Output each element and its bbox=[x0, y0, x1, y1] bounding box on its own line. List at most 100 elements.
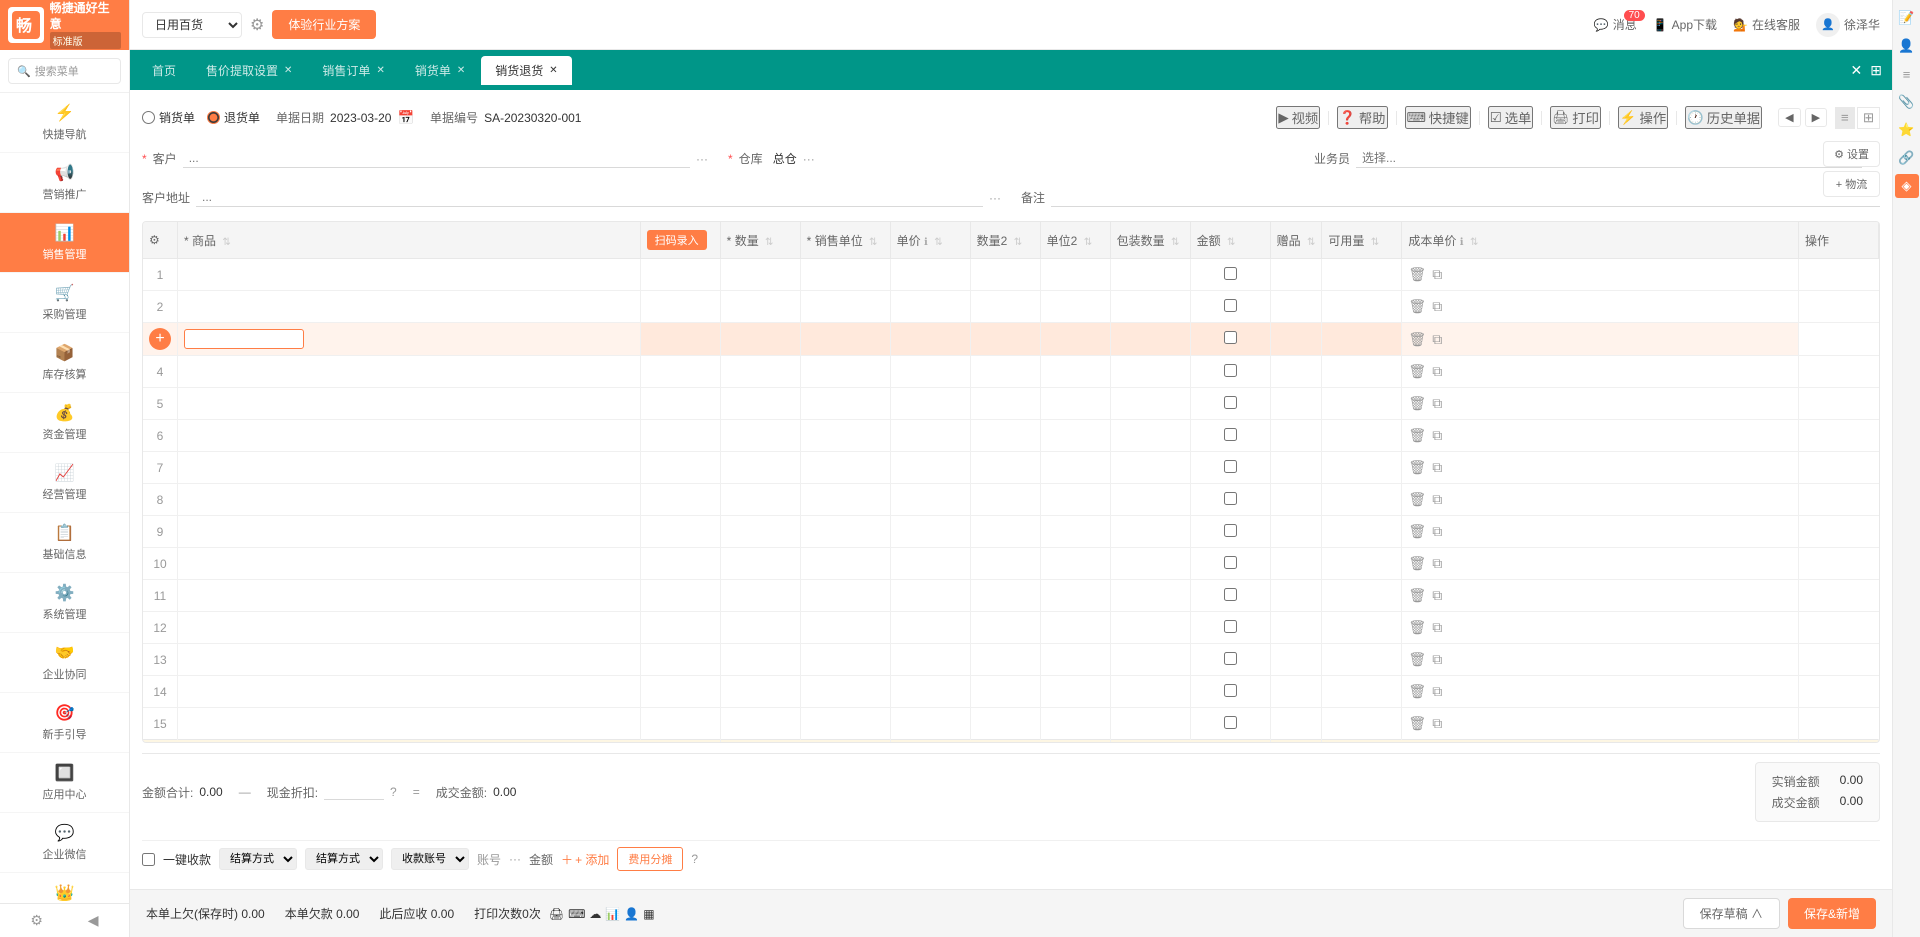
gift-checkbox[interactable] bbox=[1224, 684, 1237, 697]
table-settings-icon[interactable]: ⚙ bbox=[149, 233, 160, 247]
copy-row-button[interactable]: ⧉ bbox=[1432, 298, 1442, 315]
delete-row-button[interactable]: 🗑 bbox=[1408, 523, 1426, 540]
tab-sales-close[interactable]: ✕ bbox=[457, 65, 465, 76]
address-input[interactable] bbox=[196, 188, 983, 207]
list-view-button[interactable]: ≡ bbox=[1835, 107, 1855, 129]
history-button[interactable]: 🕐 历史单据 bbox=[1685, 106, 1762, 129]
sidebar-item-operations[interactable]: 📈 经营管理 bbox=[0, 453, 129, 513]
tab-sales-return[interactable]: 销货退货 ✕ bbox=[481, 56, 571, 85]
copy-row-button[interactable]: ⧉ bbox=[1432, 523, 1442, 540]
gift-checkbox[interactable] bbox=[1224, 267, 1237, 280]
delete-row-button[interactable]: 🗑 bbox=[1408, 619, 1426, 636]
app-download-button[interactable]: 📱 App下载 bbox=[1653, 16, 1717, 33]
sidebar-item-system[interactable]: ⚙️ 系统管理 bbox=[0, 573, 129, 633]
help-button[interactable]: ❓ 帮助 bbox=[1337, 106, 1387, 129]
topbar-settings-button[interactable]: ⚙ bbox=[250, 15, 264, 35]
copy-row-button[interactable]: ⧉ bbox=[1432, 651, 1442, 668]
prev-button[interactable]: ◀ bbox=[1778, 108, 1800, 127]
gift-checkbox[interactable] bbox=[1224, 299, 1237, 312]
radio-return[interactable]: 退货单 bbox=[207, 109, 260, 126]
delete-row-button[interactable]: 🗑 bbox=[1408, 427, 1426, 444]
sidebar-item-inventory[interactable]: 📦 库存核算 bbox=[0, 333, 129, 393]
delete-row-button[interactable]: 🗑 bbox=[1408, 715, 1426, 732]
copy-row-button[interactable]: ⧉ bbox=[1432, 427, 1442, 444]
delete-row-button[interactable]: 🗑 bbox=[1408, 459, 1426, 476]
copy-row-button[interactable]: ⧉ bbox=[1432, 266, 1442, 283]
tab-price-setting-close[interactable]: ✕ bbox=[284, 65, 292, 76]
calc-method-select[interactable]: 结算方式 bbox=[305, 848, 383, 870]
warehouse-dots-button[interactable]: ··· bbox=[803, 152, 815, 166]
gift-checkbox[interactable] bbox=[1224, 716, 1237, 729]
gift-checkbox[interactable] bbox=[1224, 396, 1237, 409]
copy-row-button[interactable]: ⧉ bbox=[1432, 619, 1442, 636]
tab-home[interactable]: 首页 bbox=[138, 56, 190, 85]
copy-row-button[interactable]: ⧉ bbox=[1432, 491, 1442, 508]
delete-row-button[interactable]: 🗑 bbox=[1408, 651, 1426, 668]
right-star-button[interactable]: ⭐ bbox=[1895, 118, 1919, 142]
discount-input[interactable] bbox=[324, 785, 384, 800]
copy-row-button[interactable]: ⧉ bbox=[1432, 331, 1442, 348]
sidebar-item-guide[interactable]: 🎯 新手引导 bbox=[0, 693, 129, 753]
delete-row-button[interactable]: 🗑 bbox=[1408, 266, 1426, 283]
address-dots-button[interactable]: ··· bbox=[989, 191, 1001, 205]
date-picker-button[interactable]: 📅 bbox=[397, 110, 414, 126]
shortcut-button[interactable]: ⌨ 快捷键 bbox=[1405, 106, 1471, 129]
print-button[interactable]: 🖨 打印 bbox=[1550, 106, 1601, 129]
staff-input[interactable] bbox=[1356, 149, 1862, 168]
next-button[interactable]: ▶ bbox=[1805, 108, 1827, 127]
gift-checkbox[interactable] bbox=[1224, 620, 1237, 633]
customer-dots-button[interactable]: ··· bbox=[696, 152, 708, 166]
sidebar-item-purchase[interactable]: 🛒 采购管理 bbox=[0, 273, 129, 333]
delete-row-button[interactable]: 🗑 bbox=[1408, 298, 1426, 315]
sidebar-item-apps[interactable]: 🔲 应用中心 bbox=[0, 753, 129, 813]
customer-input[interactable] bbox=[183, 149, 690, 168]
radio-sales[interactable]: 销货单 bbox=[142, 109, 195, 126]
scan-button[interactable]: 扫码录入 bbox=[647, 230, 707, 250]
gift-checkbox[interactable] bbox=[1224, 428, 1237, 441]
gift-checkbox[interactable] bbox=[1224, 524, 1237, 537]
copy-row-button[interactable]: ⧉ bbox=[1432, 363, 1442, 380]
delete-row-button[interactable]: 🗑 bbox=[1408, 555, 1426, 572]
copy-row-button[interactable]: ⧉ bbox=[1432, 587, 1442, 604]
right-user-button[interactable]: 👤 bbox=[1895, 34, 1919, 58]
gift-checkbox[interactable] bbox=[1224, 492, 1237, 505]
user-menu[interactable]: 👤 徐泽华 bbox=[1816, 13, 1880, 37]
gift-checkbox[interactable] bbox=[1224, 364, 1237, 377]
copy-row-button[interactable]: ⧉ bbox=[1432, 555, 1442, 572]
video-button[interactable]: ▶ 视频 bbox=[1276, 106, 1320, 129]
remark-input[interactable] bbox=[1051, 188, 1880, 207]
delete-row-button[interactable]: 🗑 bbox=[1408, 331, 1426, 348]
tab-sales-order[interactable]: 销售订单 ✕ bbox=[308, 56, 398, 85]
copy-row-button[interactable]: ⧉ bbox=[1432, 683, 1442, 700]
add-payment-button[interactable]: ＋ + 添加 bbox=[561, 851, 609, 868]
tab-sales[interactable]: 销货单 ✕ bbox=[401, 56, 479, 85]
close-tab-button[interactable]: ✕ bbox=[1849, 60, 1865, 81]
gift-checkbox[interactable] bbox=[1224, 588, 1237, 601]
one-click-payment-checkbox[interactable] bbox=[142, 853, 155, 866]
account-dots-button[interactable]: ··· bbox=[509, 852, 521, 866]
copy-row-button[interactable]: ⧉ bbox=[1432, 715, 1442, 732]
maximize-button[interactable]: ⊞ bbox=[1868, 60, 1884, 81]
sidebar-item-member[interactable]: 👑 畅会员 bbox=[0, 873, 129, 903]
sidebar-item-sales[interactable]: 📊 销售管理 bbox=[0, 213, 129, 273]
save-draft-button[interactable]: 保存草稿 ∧ bbox=[1683, 898, 1780, 929]
payment-method-select[interactable]: 结算方式 bbox=[219, 848, 297, 870]
sidebar-item-finance[interactable]: 💰 资金管理 bbox=[0, 393, 129, 453]
gift-checkbox[interactable] bbox=[1224, 652, 1237, 665]
fee-split-button[interactable]: 费用分摊 bbox=[617, 847, 683, 871]
radio-sales-input[interactable] bbox=[142, 111, 155, 124]
sidebar-collapse-button[interactable]: ◀ bbox=[88, 912, 99, 929]
copy-row-button[interactable]: ⧉ bbox=[1432, 459, 1442, 476]
delete-row-button[interactable]: 🗑 bbox=[1408, 587, 1426, 604]
messages-button[interactable]: 💬 消息 70 bbox=[1594, 16, 1637, 33]
gift-checkbox[interactable] bbox=[1224, 556, 1237, 569]
right-attach-button[interactable]: 📎 bbox=[1895, 90, 1919, 114]
search-menu-button[interactable]: 🔍 搜索菜单 bbox=[8, 58, 121, 84]
save-new-button[interactable]: 保存&新增 bbox=[1788, 898, 1876, 929]
industry-select[interactable]: 日用百货 bbox=[142, 12, 242, 38]
select-button[interactable]: ☑ 选单 bbox=[1488, 106, 1534, 129]
radio-return-input[interactable] bbox=[207, 111, 220, 124]
delete-row-button[interactable]: 🗑 bbox=[1408, 363, 1426, 380]
gift-checkbox[interactable] bbox=[1224, 331, 1237, 344]
tab-price-setting[interactable]: 售价提取设置 ✕ bbox=[192, 56, 306, 85]
